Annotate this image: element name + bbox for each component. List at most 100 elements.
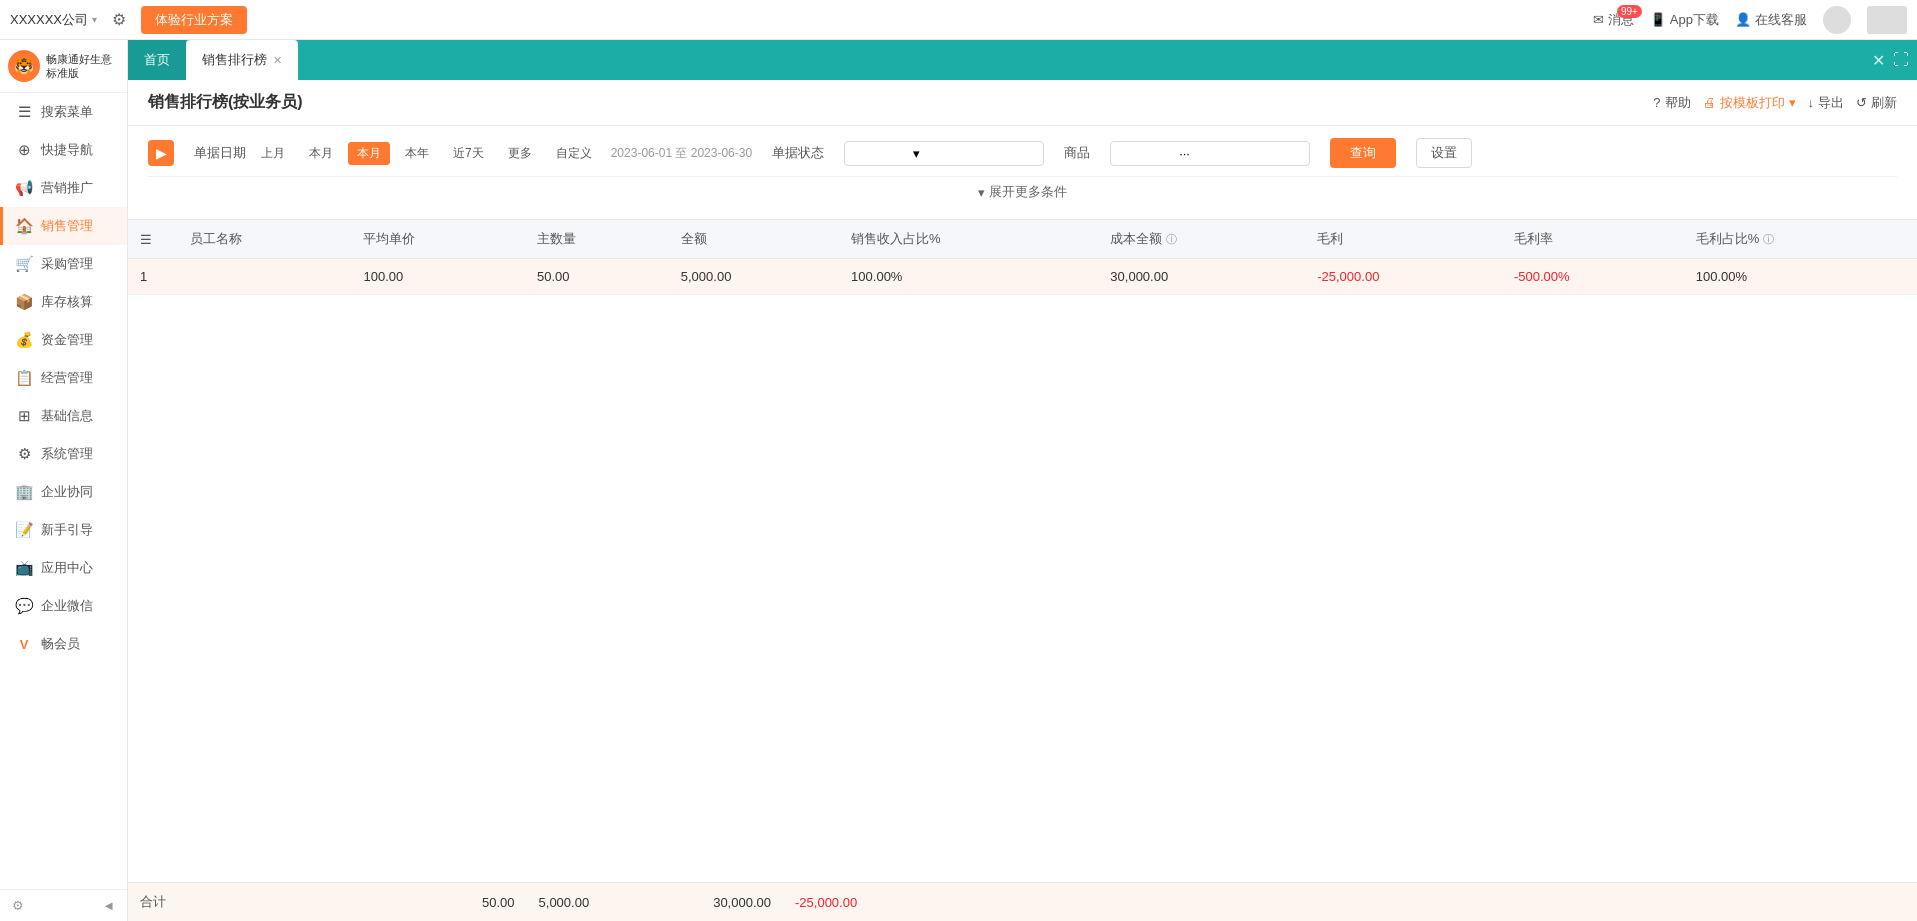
col-cost-amount: 成本全额 ⓘ	[1098, 220, 1305, 259]
gross-pct-info-icon[interactable]: ⓘ	[1763, 233, 1774, 245]
status-select[interactable]: ▾	[844, 141, 1044, 166]
date-filter-label: 单据日期	[194, 144, 246, 162]
sidebar-item-finance[interactable]: 💰 资金管理	[0, 321, 127, 359]
sidebar-item-system[interactable]: ⚙ 系统管理	[0, 435, 127, 473]
goods-select[interactable]: ···	[1110, 141, 1310, 166]
settings-icon[interactable]: ⚙	[105, 6, 133, 34]
print-icon: 🖨	[1703, 95, 1716, 110]
sidebar-item-app-center[interactable]: 📺 应用中心	[0, 549, 127, 587]
member-icon: V	[15, 637, 33, 652]
cell-amount: 5,000.00	[669, 259, 839, 295]
status-chevron-icon: ▾	[913, 146, 920, 161]
page-header: 销售排行榜(按业务员) ? 帮助 🖨 按模板打印 ▾ ↓ 导出	[128, 80, 1917, 126]
filter-row-1: ▶ 单据日期 上月 本月 本月 本年 近7天 更多 自定义 2023-06-01…	[148, 138, 1897, 168]
enterprise-icon: 🏢	[15, 483, 33, 501]
export-button[interactable]: ↓ 导出	[1808, 94, 1845, 112]
cell-main-qty: 50.00	[525, 259, 669, 295]
date-btn-more[interactable]: 更多	[499, 142, 541, 165]
sidebar-label-member: 畅会员	[41, 635, 80, 653]
online-service-button[interactable]: 👤 在线客服	[1735, 11, 1807, 29]
tab-maximize-icon[interactable]: ⛶	[1893, 51, 1909, 69]
data-table: ☰ 员工名称 平均单价 主数量 全额 销售收入占比% 成本全额 ⓘ 毛利	[128, 220, 1917, 295]
content-area: 首页 销售排行榜 ✕ ✕ ⛶ 销售排行榜(按业务员) ? 帮助	[128, 40, 1917, 921]
finance-icon: 💰	[15, 331, 33, 349]
sidebar-item-basic[interactable]: ⊞ 基础信息	[0, 397, 127, 435]
template-print-button[interactable]: 🖨 按模板打印 ▾	[1703, 94, 1796, 112]
col-gross-pct: 毛利占比% ⓘ	[1684, 220, 1917, 259]
date-btn-active[interactable]: 本月	[348, 142, 390, 165]
date-btn-7days[interactable]: 近7天	[444, 142, 493, 165]
company-selector[interactable]: XXXXXX公司 ▾	[10, 11, 97, 29]
filter-toggle-button[interactable]: ▶	[148, 140, 174, 166]
tab-sales-ranking[interactable]: 销售排行榜 ✕	[186, 40, 298, 80]
date-btn-this-month[interactable]: 本月	[300, 142, 342, 165]
bottom-settings-icon[interactable]: ⚙	[12, 898, 24, 913]
sidebar-item-marketing[interactable]: 📢 营销推广	[0, 169, 127, 207]
col-amount: 全额	[669, 220, 839, 259]
date-btn-this-year[interactable]: 本年	[396, 142, 438, 165]
company-name: XXXXXX公司	[10, 11, 88, 29]
tab-home[interactable]: 首页	[128, 40, 186, 80]
collapse-icon[interactable]: ◄	[102, 898, 115, 913]
online-service-label: 在线客服	[1755, 11, 1807, 29]
refresh-button[interactable]: ↺ 刷新	[1856, 94, 1897, 112]
help-button[interactable]: ? 帮助	[1653, 94, 1690, 112]
app-download-button[interactable]: 📱 App下载	[1650, 11, 1719, 29]
sidebar-item-wechat[interactable]: 💬 企业微信	[0, 587, 127, 625]
top-bar: XXXXXX公司 ▾ ⚙ 体验行业方案 ✉ 消息 99+ 📱 App下载 👤 在…	[0, 0, 1917, 40]
page-title: 销售排行榜(按业务员)	[148, 92, 303, 113]
sidebar-label-operation: 经营管理	[41, 369, 93, 387]
cell-rank: 1	[128, 259, 178, 295]
sidebar-item-sales[interactable]: 🏠 销售管理	[0, 207, 127, 245]
footer-total-label: 合计	[140, 894, 166, 909]
system-icon: ⚙	[15, 445, 33, 463]
logo-area: 🐯 畅康通好生意 标准版	[0, 40, 127, 93]
top-right-area: ✉ 消息 99+ 📱 App下载 👤 在线客服	[1593, 6, 1907, 34]
settings-button[interactable]: 设置	[1416, 138, 1472, 168]
date-btn-custom[interactable]: 自定义	[547, 142, 601, 165]
logo-symbol: 🐯	[14, 57, 34, 76]
sidebar-label-purchase: 采购管理	[41, 255, 93, 273]
sidebar-item-enterprise[interactable]: 🏢 企业协同	[0, 473, 127, 511]
sidebar-label-quick-nav: 快捷导航	[41, 141, 93, 159]
sidebar-item-guide[interactable]: 📝 新手引导	[0, 511, 127, 549]
date-btn-last-month[interactable]: 上月	[252, 142, 294, 165]
page-actions: ? 帮助 🖨 按模板打印 ▾ ↓ 导出 ↺ 刷新	[1653, 94, 1897, 112]
table-body: 1 100.00 50.00 5,000.00 100.00% 30,000.0…	[128, 259, 1917, 295]
tab-close-icon[interactable]: ✕	[273, 54, 282, 67]
print-chevron-icon: ▾	[1789, 95, 1796, 110]
sidebar-item-operation[interactable]: 📋 经营管理	[0, 359, 127, 397]
chevron-down-icon: ▾	[92, 14, 97, 25]
table-wrapper: ☰ 员工名称 平均单价 主数量 全额 销售收入占比% 成本全额 ⓘ 毛利	[128, 220, 1917, 882]
sidebar-item-purchase[interactable]: 🛒 采购管理	[0, 245, 127, 283]
cell-gross-pct: 100.00%	[1684, 259, 1917, 295]
app-download-label: App下载	[1670, 11, 1719, 29]
message-icon: ✉	[1593, 12, 1604, 27]
avatar[interactable]	[1823, 6, 1851, 34]
sidebar-label-wechat: 企业微信	[41, 597, 93, 615]
user-name-area	[1867, 6, 1907, 34]
col-name: 员工名称	[178, 220, 351, 259]
expand-chevron-icon: ▾	[978, 185, 985, 200]
table-row: 1 100.00 50.00 5,000.00 100.00% 30,000.0…	[128, 259, 1917, 295]
sidebar-item-inventory[interactable]: 📦 库存核算	[0, 283, 127, 321]
query-button[interactable]: 查询	[1330, 138, 1396, 168]
sidebar-item-search[interactable]: ☰ 搜索菜单	[0, 93, 127, 131]
col-rank: ☰	[128, 220, 178, 259]
guide-icon: 📝	[15, 521, 33, 539]
basic-icon: ⊞	[15, 407, 33, 425]
tab-close-all-icon[interactable]: ✕	[1872, 51, 1885, 70]
trial-button[interactable]: 体验行业方案	[141, 6, 247, 34]
export-icon: ↓	[1808, 95, 1815, 110]
sidebar-item-member[interactable]: V 畅会员	[0, 625, 127, 663]
sidebar-label-enterprise: 企业协同	[41, 483, 93, 501]
col-avg-price: 平均单价	[351, 220, 524, 259]
expand-filter-button[interactable]: ▾ 展开更多条件	[148, 176, 1897, 207]
cost-info-icon[interactable]: ⓘ	[1166, 233, 1177, 245]
rank-settings-icon[interactable]: ☰	[140, 232, 152, 247]
refresh-label: 刷新	[1871, 94, 1897, 112]
logo-line1: 畅康通好生意	[46, 52, 112, 66]
sidebar-item-quick-nav[interactable]: ⊕ 快捷导航	[0, 131, 127, 169]
tab-sales-ranking-label: 销售排行榜	[202, 51, 267, 69]
message-button[interactable]: ✉ 消息 99+	[1593, 11, 1634, 29]
